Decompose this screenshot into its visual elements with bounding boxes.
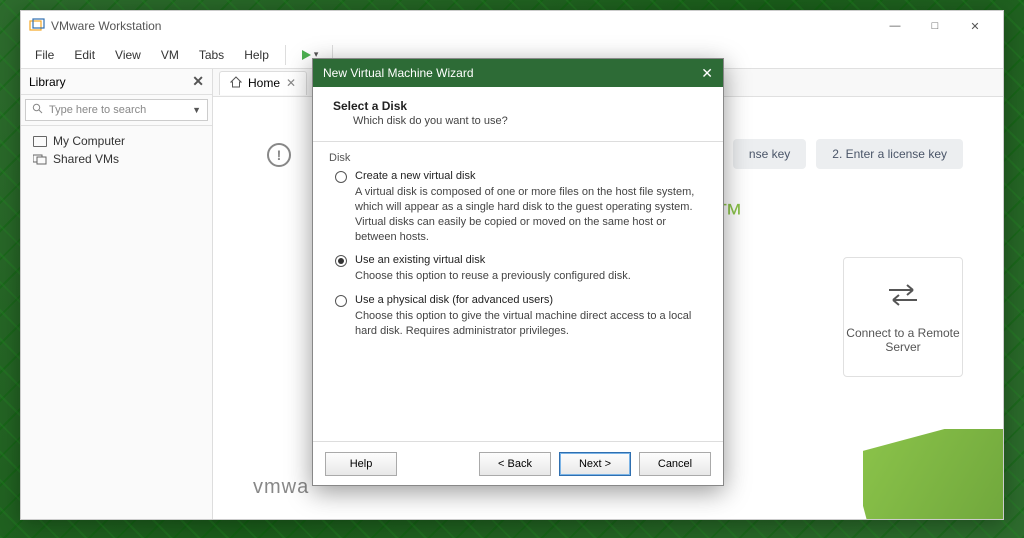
menu-view[interactable]: View bbox=[107, 44, 149, 66]
maximize-button[interactable]: □ bbox=[915, 12, 955, 40]
radio-create-new-disk[interactable]: Create a new virtual disk bbox=[335, 170, 707, 183]
library-close-button[interactable]: ✕ bbox=[192, 73, 204, 90]
radio-use-existing-disk[interactable]: Use an existing virtual disk bbox=[335, 254, 707, 267]
alert-icon: ! bbox=[267, 143, 291, 167]
dialog-body: Disk Create a new virtual disk A virtual… bbox=[313, 142, 723, 441]
tab-close[interactable]: ✕ bbox=[286, 76, 296, 90]
tab-label: Home bbox=[248, 76, 280, 90]
license-button-partial[interactable]: nse key bbox=[733, 139, 806, 169]
radio-physical-disk[interactable]: Use a physical disk (for advanced users) bbox=[335, 294, 707, 307]
menu-file[interactable]: File bbox=[27, 44, 62, 66]
computer-icon bbox=[33, 136, 47, 147]
library-panel: Library ✕ Type here to search ▼ My Compu… bbox=[21, 69, 213, 519]
vmware-icon bbox=[29, 18, 45, 34]
dialog-header: Select a Disk Which disk do you want to … bbox=[313, 87, 723, 142]
vmware-watermark: vmwa bbox=[253, 476, 309, 499]
titlebar[interactable]: VMware Workstation — □ ✕ bbox=[21, 11, 1003, 41]
connect-label: Connect to a Remote Server bbox=[844, 326, 962, 354]
chevron-down-icon[interactable]: ▼ bbox=[192, 105, 201, 115]
menu-vm[interactable]: VM bbox=[153, 44, 187, 66]
cancel-button[interactable]: Cancel bbox=[639, 452, 711, 476]
next-button[interactable]: Next > bbox=[559, 452, 631, 476]
dialog-close-button[interactable]: ✕ bbox=[701, 65, 713, 82]
radio-description: Choose this option to reuse a previously… bbox=[355, 269, 707, 284]
home-icon bbox=[230, 76, 242, 91]
shared-icon bbox=[33, 154, 47, 165]
new-vm-wizard-dialog: New Virtual Machine Wizard ✕ Select a Di… bbox=[312, 58, 724, 486]
radio-label: Use an existing virtual disk bbox=[355, 254, 485, 266]
tab-home[interactable]: Home ✕ bbox=[219, 71, 307, 95]
menu-help[interactable]: Help bbox=[236, 44, 277, 66]
app-title: VMware Workstation bbox=[51, 19, 875, 33]
radio-description: Choose this option to give the virtual m… bbox=[355, 309, 707, 339]
menu-tabs[interactable]: Tabs bbox=[191, 44, 232, 66]
radio-description: A virtual disk is composed of one or mor… bbox=[355, 185, 707, 244]
radio-icon bbox=[335, 295, 347, 307]
group-label: Disk bbox=[329, 152, 707, 164]
search-placeholder: Type here to search bbox=[49, 104, 146, 116]
radio-icon bbox=[335, 171, 347, 183]
connect-remote-button[interactable]: Connect to a Remote Server bbox=[843, 257, 963, 377]
radio-icon-selected bbox=[335, 255, 347, 267]
radio-label: Create a new virtual disk bbox=[355, 170, 475, 182]
dialog-titlebar[interactable]: New Virtual Machine Wizard ✕ bbox=[313, 59, 723, 87]
minimize-button[interactable]: — bbox=[875, 12, 915, 40]
back-button[interactable]: < Back bbox=[479, 452, 551, 476]
radio-label: Use a physical disk (for advanced users) bbox=[355, 294, 553, 306]
library-tree: My Computer Shared VMs bbox=[21, 126, 212, 174]
dialog-title: New Virtual Machine Wizard bbox=[323, 66, 474, 80]
library-title: Library bbox=[29, 75, 66, 89]
tree-item-shared-vms[interactable]: Shared VMs bbox=[29, 150, 204, 168]
menu-edit[interactable]: Edit bbox=[66, 44, 103, 66]
tree-label: Shared VMs bbox=[53, 152, 119, 166]
menu-separator bbox=[285, 45, 286, 65]
dialog-buttons: Help < Back Next > Cancel bbox=[313, 441, 723, 485]
decorative-corner bbox=[863, 429, 1003, 519]
tree-item-my-computer[interactable]: My Computer bbox=[29, 132, 204, 150]
search-input[interactable]: Type here to search ▼ bbox=[25, 99, 208, 121]
close-button[interactable]: ✕ bbox=[955, 12, 995, 40]
enter-license-button[interactable]: 2. Enter a license key bbox=[816, 139, 963, 169]
dialog-subheading: Which disk do you want to use? bbox=[353, 115, 703, 127]
tree-label: My Computer bbox=[53, 134, 125, 148]
search-icon bbox=[32, 103, 43, 117]
help-button[interactable]: Help bbox=[325, 452, 397, 476]
transfer-icon bbox=[885, 281, 921, 316]
dialog-heading: Select a Disk bbox=[333, 99, 703, 113]
